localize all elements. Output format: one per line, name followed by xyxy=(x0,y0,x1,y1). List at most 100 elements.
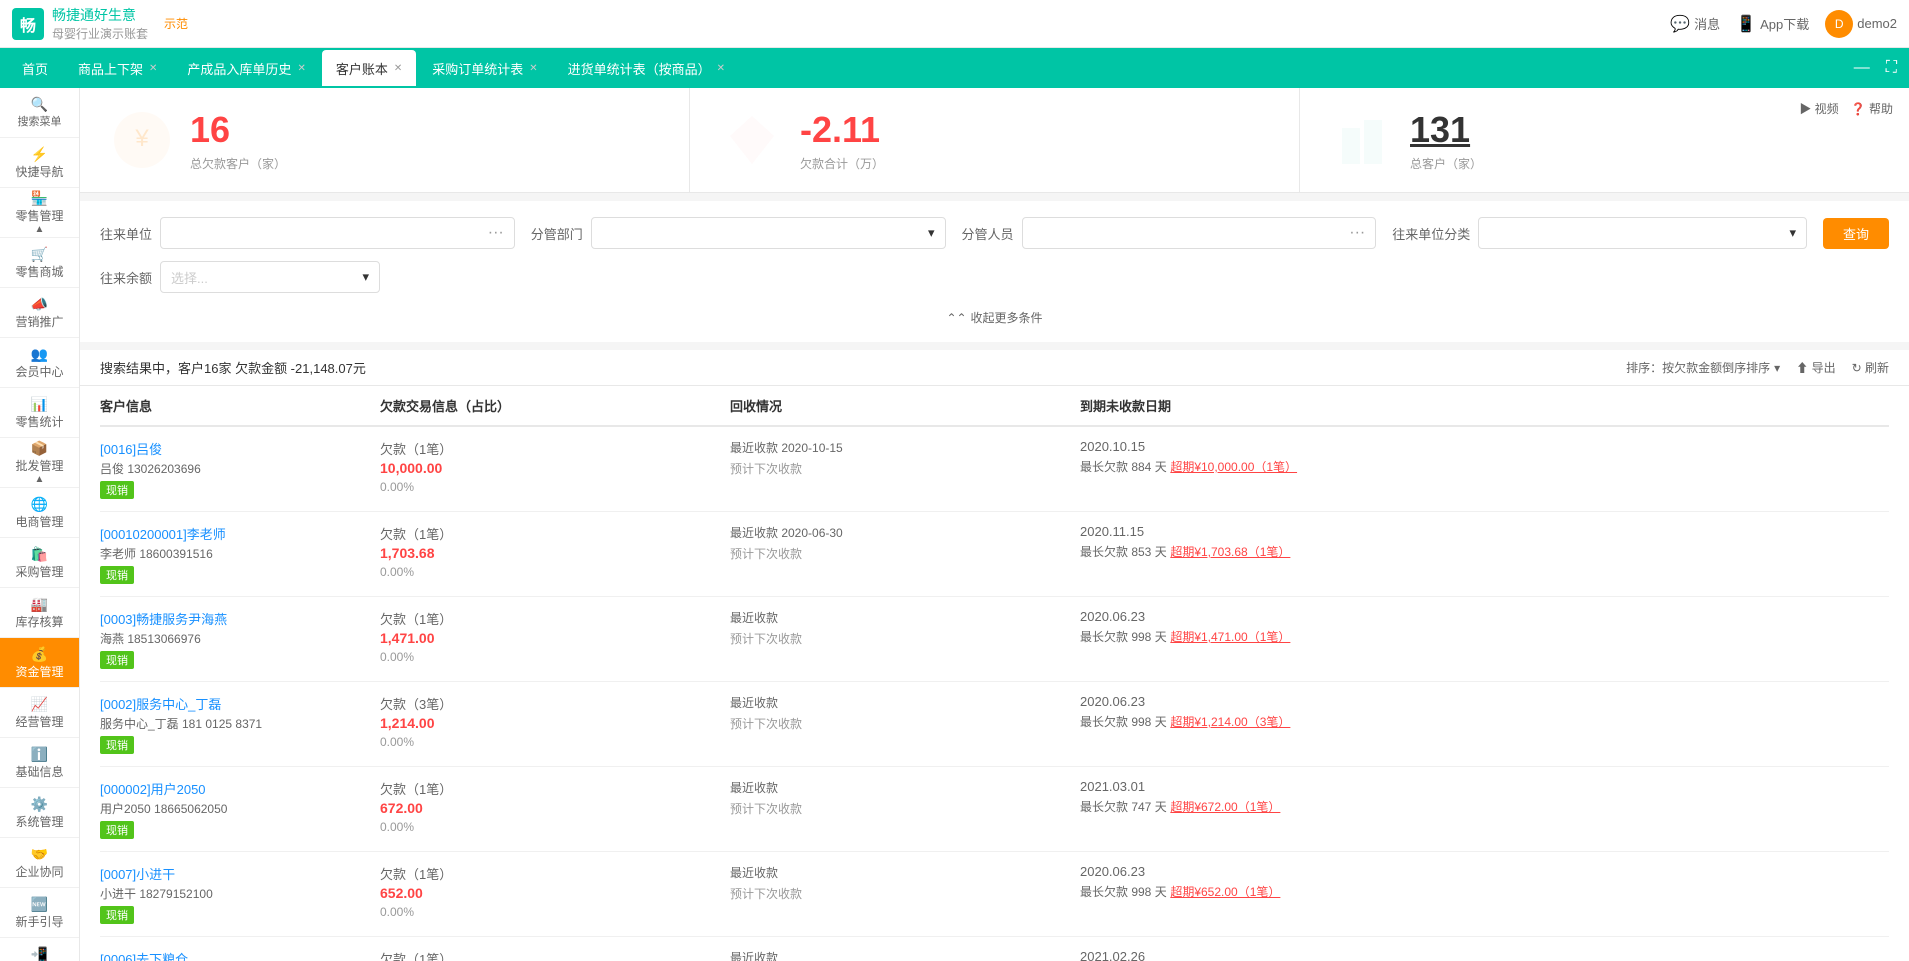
next-collect-4: 预计下次收款 xyxy=(730,800,1080,817)
app-download-btn[interactable]: 📱 App下载 xyxy=(1736,14,1809,34)
debt-count-1: 欠款（1笔） xyxy=(380,524,730,543)
nav-link[interactable]: 示范 xyxy=(164,15,188,32)
results-actions: 排序：按欠款金额倒序排序 ▾ ⬆ 导出 ↻ 刷新 xyxy=(1626,359,1889,376)
sidebar-item-quick-nav[interactable]: ⚡ 快捷导航 xyxy=(0,138,79,188)
tab-close-icon[interactable]: ✕ xyxy=(529,63,537,74)
dept-select[interactable]: ▾ xyxy=(591,217,946,249)
sidebar-item-batch-mgmt[interactable]: 📦 批发管理 ▲ xyxy=(0,438,79,488)
sidebar-item-retail-mall[interactable]: 🛒 零售商城 xyxy=(0,238,79,288)
stat-label-total-owed: 欠款合计（万） xyxy=(800,155,884,172)
customer-name-link-3[interactable]: [0002]服务中心_丁磊 xyxy=(100,697,221,712)
filter-area: 往来单位 ··· 分管部门 ▾ 分管人员 xyxy=(80,201,1909,342)
customer-cell-4: [000002]用户2050 用户2050 18665062050 现销 xyxy=(100,779,380,839)
main-content: ¥ 16 总欠款客户（家） -2.11 欠款合计（万） xyxy=(80,88,1909,961)
person-dots[interactable]: ··· xyxy=(1349,224,1365,242)
sidebar-item-basic-info[interactable]: ℹ️ 基础信息 xyxy=(0,738,79,788)
overdue-amount-link-3[interactable]: 超期¥1,214.00（3笔） xyxy=(1170,715,1290,729)
sidebar-item-system[interactable]: ⚙️ 系统管理 xyxy=(0,788,79,838)
customer-tag-1: 现销 xyxy=(100,566,134,584)
chevron-down-icon: ▾ xyxy=(928,225,935,241)
tab-close-icon[interactable]: ✕ xyxy=(717,63,725,74)
next-collect-0: 预计下次收款 xyxy=(730,460,1080,477)
overdue-amount-link-1[interactable]: 超期¥1,703.68（1笔） xyxy=(1170,545,1290,559)
debt-amount-3: 1,214.00 xyxy=(380,715,730,731)
next-collect-5: 预计下次收款 xyxy=(730,885,1080,902)
recovery-cell-2: 最近收款 预计下次收款 xyxy=(730,609,1080,647)
message-btn[interactable]: 💬 消息 xyxy=(1670,14,1720,34)
collapse-row[interactable]: ⌃⌃ 收起更多条件 xyxy=(100,305,1889,326)
col-customer-info: 客户信息 xyxy=(100,396,380,415)
maximize-btn[interactable]: ⛶ xyxy=(1882,55,1901,81)
customer-name-link-2[interactable]: [0003]畅捷服务尹海燕 xyxy=(100,612,227,627)
next-collect-1: 预计下次收款 xyxy=(730,545,1080,562)
dept-label: 分管部门 xyxy=(531,224,583,243)
sidebar-item-retail-mgmt[interactable]: 🏪 零售管理 ▲ xyxy=(0,188,79,238)
sidebar-item-capital[interactable]: 💰 资金管理 xyxy=(0,638,79,688)
sort-select[interactable]: 排序：按欠款金额倒序排序 ▾ xyxy=(1626,359,1780,376)
last-collect-3: 最近收款 xyxy=(730,694,1080,711)
overdue-amount-link-4[interactable]: 超期¥672.00（1笔） xyxy=(1170,800,1280,814)
overdue-amount-link-5[interactable]: 超期¥652.00（1笔） xyxy=(1170,885,1280,899)
search-button[interactable]: 查询 xyxy=(1823,218,1889,249)
logo-area: 畅 畅捷通好生意 母婴行业演示账套 示范 xyxy=(12,5,188,42)
tab-customer-account[interactable]: 客户账本 ✕ xyxy=(322,50,416,86)
customer-name-link-0[interactable]: [0016]吕俊 xyxy=(100,442,162,457)
customer-cell-0: [0016]吕俊 吕俊 13026203696 现销 xyxy=(100,439,380,499)
tab-close-icon[interactable]: ✕ xyxy=(394,63,402,74)
top-right-area: 💬 消息 📱 App下载 D demo2 xyxy=(1670,10,1897,38)
overdue-days-5: 最长欠款 998 天 xyxy=(1080,885,1167,899)
tab-product-off[interactable]: 商品上下架 ✕ xyxy=(64,50,171,86)
tab-home[interactable]: 首页 xyxy=(8,50,62,86)
sidebar-item-retail-stats[interactable]: 📊 零售统计 xyxy=(0,388,79,438)
stat-card-customers-owed: ¥ 16 总欠款客户（家） xyxy=(80,88,690,192)
tab-product-in[interactable]: 产成品入库单历史 ✕ xyxy=(173,50,319,86)
filter-unit-category: 往来单位分类 ▾ xyxy=(1392,217,1807,249)
sidebar-item-operation[interactable]: 📈 经营管理 xyxy=(0,688,79,738)
recovery-cell-1: 最近收款 2020-06-30 预计下次收款 xyxy=(730,524,1080,562)
remaining-select[interactable]: 选择... ▾ xyxy=(160,261,380,293)
customer-tag-5: 现销 xyxy=(100,906,134,924)
tab-close-icon[interactable]: ✕ xyxy=(149,63,157,74)
customer-name-link-4[interactable]: [000002]用户2050 xyxy=(100,782,206,797)
unit-category-select[interactable]: ▾ xyxy=(1478,217,1807,249)
refresh-btn[interactable]: ↻ 刷新 xyxy=(1852,359,1889,376)
sidebar-item-member[interactable]: 👥 会员中心 xyxy=(0,338,79,388)
stat-icon-money: ¥ xyxy=(110,108,174,172)
person-input[interactable]: ··· xyxy=(1022,217,1377,249)
sidebar-item-ecommerce[interactable]: 🌐 电商管理 xyxy=(0,488,79,538)
stat-label-total-customers: 总客户（家） xyxy=(1410,155,1482,172)
video-btn[interactable]: ▶ 视频 xyxy=(1799,100,1838,117)
last-collect-6: 最近收款 xyxy=(730,949,1080,961)
sidebar-item-enterprise[interactable]: 🤝 企业协同 xyxy=(0,838,79,888)
customer-name-link-1[interactable]: [00010200001]李老师 xyxy=(100,527,226,542)
tab-purchase-summary[interactable]: 进货单统计表（按商品） ✕ xyxy=(554,50,739,86)
chevron-down-icon: ▾ xyxy=(1774,361,1780,375)
sidebar-item-search[interactable]: 🔍 搜索菜单 xyxy=(0,88,79,138)
minimize-btn[interactable]: — xyxy=(1850,55,1874,81)
help-btn[interactable]: ❓ 帮助 xyxy=(1851,100,1893,117)
sidebar-item-marketing[interactable]: 📣 营销推广 xyxy=(0,288,79,338)
export-btn[interactable]: ⬆ 导出 xyxy=(1796,359,1835,376)
customer-name-link-5[interactable]: [0007]小进干 xyxy=(100,867,175,882)
tab-close-icon[interactable]: ✕ xyxy=(297,63,305,74)
debt-cell-2: 欠款（1笔） 1,471.00 0.00% xyxy=(380,609,730,664)
sidebar-item-newcomer[interactable]: 🆕 新手引导 xyxy=(0,888,79,938)
sidebar-item-app-center[interactable]: 📲 应用中心 xyxy=(0,938,79,961)
expire-date-1: 2020.11.15 xyxy=(1080,524,1889,539)
source-unit-input[interactable]: ··· xyxy=(160,217,515,249)
customer-contact-4: 用户2050 18665062050 xyxy=(100,800,380,817)
debt-cell-5: 欠款（1笔） 652.00 0.00% xyxy=(380,864,730,919)
debt-amount-4: 672.00 xyxy=(380,800,730,816)
unit-category-label: 往来单位分类 xyxy=(1392,224,1470,243)
sidebar-item-purchase[interactable]: 🛍️ 采购管理 xyxy=(0,538,79,588)
table-row: [0003]畅捷服务尹海燕 海燕 18513066976 现销 欠款（1笔） 1… xyxy=(100,597,1889,682)
tab-purchase-order[interactable]: 采购订单统计表 ✕ xyxy=(418,50,551,86)
source-unit-dots[interactable]: ··· xyxy=(488,224,504,242)
customer-name-link-6[interactable]: [0006]去下粮仓 xyxy=(100,952,188,961)
overdue-amount-link-0[interactable]: 超期¥10,000.00（1笔） xyxy=(1170,460,1297,474)
user-avatar[interactable]: D demo2 xyxy=(1825,10,1897,38)
overdue-amount-link-2[interactable]: 超期¥1,471.00（1笔） xyxy=(1170,630,1290,644)
overdue-days-4: 最长欠款 747 天 xyxy=(1080,800,1167,814)
stat-icon-diamond xyxy=(720,108,784,172)
sidebar-item-inventory[interactable]: 🏭 库存核算 xyxy=(0,588,79,638)
